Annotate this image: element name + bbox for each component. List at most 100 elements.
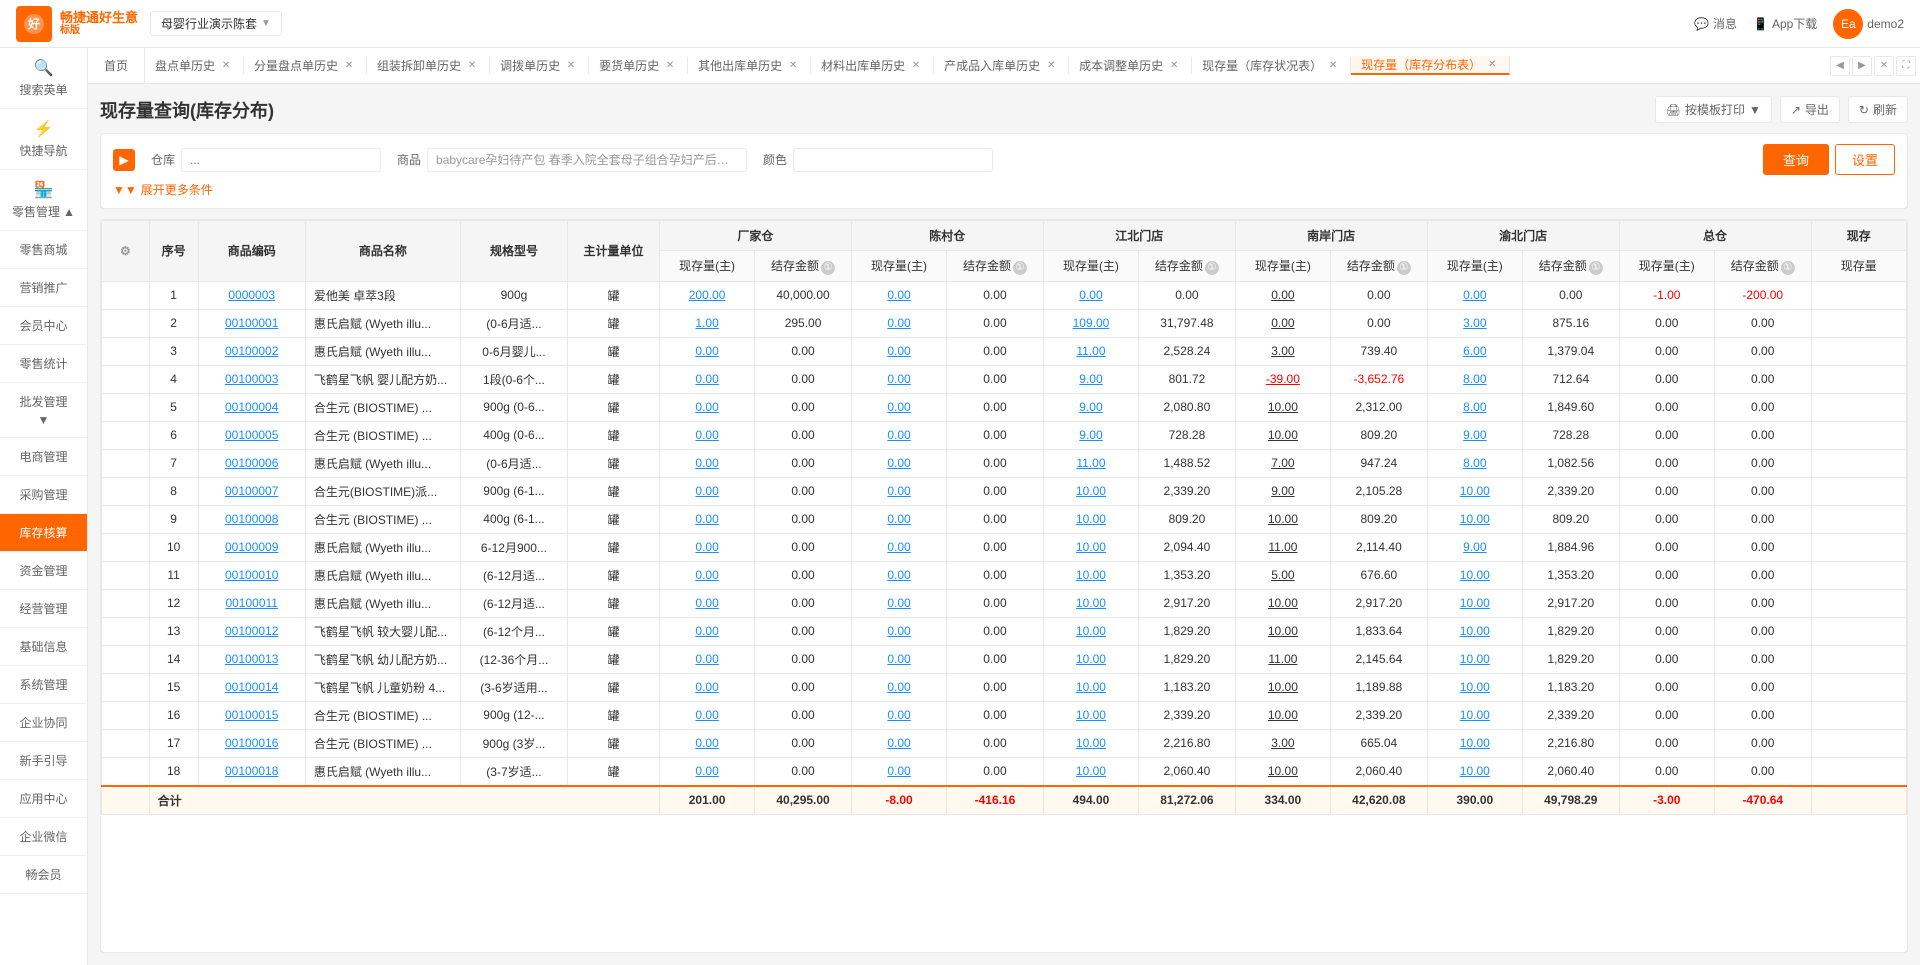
sidebar-item-ecom[interactable]: 电商管理 — [0, 438, 87, 476]
sidebar-item-shortcut[interactable]: ⚡ 快捷导航 — [0, 109, 87, 170]
warehouse-input[interactable] — [181, 148, 381, 172]
export-btn[interactable]: ↗ 导出 — [1780, 96, 1840, 123]
cell-current — [1811, 533, 1906, 561]
info-icon-1[interactable]: ① — [821, 261, 835, 275]
tab-branch-check[interactable]: 分量盘点单历史 ✕ — [244, 57, 367, 74]
sidebar-item-search[interactable]: 🔍 搜索英单 — [0, 48, 87, 109]
data-table: ⚙ 序号 商品编码 商品名称 规格型号 主计量单位 厂家仓 陈村仓 江北门店 南… — [101, 220, 1907, 815]
cell-f-amt: 0.00 — [755, 533, 852, 561]
table-row: 6 00100005 合生元 (BIOSTIME) ... 400g (0-6.… — [102, 421, 1907, 449]
sidebar-item-ops[interactable]: 经营管理 — [0, 590, 87, 628]
cell-na-amt: 739.40 — [1331, 337, 1428, 365]
sidebar-item-guide[interactable]: 新手引导 — [0, 742, 87, 780]
query-btn[interactable]: 查询 — [1763, 144, 1829, 175]
tab-stock-dist[interactable]: 现存量（库存分布表） ✕ — [1351, 56, 1510, 75]
refresh-btn[interactable]: ↻ 刷新 — [1848, 96, 1908, 123]
tab-cost-adjust[interactable]: 成本调整单历史 ✕ — [1069, 57, 1192, 74]
sidebar-label-marketing: 营销推广 — [19, 279, 67, 296]
tab-requisition[interactable]: 要货单历史 ✕ — [589, 57, 688, 74]
sidebar-item-retail[interactable]: 🏪 零售管理 ▲ — [0, 170, 87, 231]
tab-close-inventory-check[interactable]: ✕ — [219, 59, 233, 73]
cell-spec: 6-12月900... — [460, 533, 567, 561]
tab-close-other-out[interactable]: ✕ — [786, 59, 800, 73]
tab-close-branch-check[interactable]: ✕ — [342, 59, 356, 73]
info-icon-3[interactable]: ① — [1205, 261, 1219, 275]
cell-f-amt: 0.00 — [755, 449, 852, 477]
info-icon-6[interactable]: ① — [1781, 261, 1795, 275]
print-btn[interactable]: 🖨 按模板打印 ▼ — [1655, 96, 1772, 123]
tab-close-cost-adjust[interactable]: ✕ — [1167, 59, 1181, 73]
sidebar-item-vip[interactable]: 畅会员 — [0, 856, 87, 894]
tab-next-btn[interactable]: ▶ — [1852, 56, 1872, 76]
info-icon-2[interactable]: ① — [1013, 261, 1027, 275]
warehouse-label: 仓库 — [151, 151, 175, 168]
sidebar-item-member[interactable]: 会员中心 — [0, 307, 87, 345]
sidebar-item-marketing[interactable]: 营销推广 — [0, 269, 87, 307]
cell-spec: 400g (0-6... — [460, 421, 567, 449]
sidebar-item-appstore[interactable]: 应用中心 — [0, 780, 87, 818]
sidebar-item-purchase[interactable]: 采购管理 — [0, 476, 87, 514]
sidebar-item-wholesale[interactable]: 批发管理 ▼ — [0, 383, 87, 438]
tab-close-stock-status[interactable]: ✕ — [1326, 59, 1340, 73]
sidebar-item-basic[interactable]: 基础信息 — [0, 628, 87, 666]
tab-close-product-in[interactable]: ✕ — [1044, 59, 1058, 73]
user-profile[interactable]: Ea demo2 — [1833, 9, 1904, 39]
th-settings[interactable]: ⚙ — [102, 221, 150, 282]
cell-total-amt: 0.00 — [1714, 617, 1811, 645]
tab-inventory-check[interactable]: 盘点单历史 ✕ — [145, 57, 244, 74]
filter-expand-more[interactable]: ▼▼ 展开更多条件 — [113, 181, 1895, 198]
tab-close-assemble[interactable]: ✕ — [465, 59, 479, 73]
cell-empty — [102, 757, 150, 786]
app-download-btn[interactable]: 📱 App下载 — [1753, 15, 1817, 32]
tab-assemble[interactable]: 组装拆卸单历史 ✕ — [367, 57, 490, 74]
cell-spec: 400g (6-1... — [460, 505, 567, 533]
color-input[interactable] — [793, 148, 993, 172]
tab-close-stock-dist[interactable]: ✕ — [1485, 58, 1499, 72]
cell-na-amt: -3,652.76 — [1331, 365, 1428, 393]
sidebar-item-finance[interactable]: 资金管理 — [0, 552, 87, 590]
tab-home[interactable]: 首页 — [88, 48, 145, 83]
sidebar-item-weixin[interactable]: 企业微信 — [0, 818, 87, 856]
th-c-qty: 现存量(主) — [851, 251, 946, 282]
sidebar-item-system[interactable]: 系统管理 — [0, 666, 87, 704]
tab-fullscreen-btn[interactable]: ⛶ — [1896, 56, 1916, 76]
tab-stock-status[interactable]: 现存量（库存状况表） ✕ — [1192, 57, 1351, 74]
table-row: 16 00100015 合生元 (BIOSTIME) ... 900g (12-… — [102, 701, 1907, 729]
company-dropdown[interactable]: 母婴行业演示陈套 ▼ — [150, 11, 282, 36]
sidebar-item-inventory[interactable]: 库存核算 — [0, 514, 87, 552]
tab-material-out[interactable]: 材料出库单历史 ✕ — [811, 57, 934, 74]
cell-no: 16 — [149, 701, 198, 729]
sidebar-label-retail-store: 零售商城 — [19, 241, 67, 258]
cell-c-amt: 0.00 — [947, 701, 1044, 729]
tab-close-all-btn[interactable]: ✕ — [1874, 56, 1894, 76]
info-icon-4[interactable]: ① — [1397, 261, 1411, 275]
setting-btn[interactable]: 设置 — [1835, 144, 1895, 175]
tab-prev-btn[interactable]: ◀ — [1830, 56, 1850, 76]
top-right-actions: 💬 消息 📱 App下载 Ea demo2 — [1694, 9, 1904, 39]
filter-expand-arrow-btn[interactable]: ▶ — [113, 149, 135, 171]
table-container[interactable]: ⚙ 序号 商品编码 商品名称 规格型号 主计量单位 厂家仓 陈村仓 江北门店 南… — [100, 219, 1908, 953]
cell-no: 4 — [149, 365, 198, 393]
info-icon-5[interactable]: ① — [1589, 261, 1603, 275]
sidebar-label-retail: 零售管理 — [12, 203, 60, 220]
sidebar-item-enterprise[interactable]: 企业协同 — [0, 704, 87, 742]
sidebar-item-retail-store[interactable]: 零售商城 — [0, 231, 87, 269]
message-btn[interactable]: 💬 消息 — [1694, 15, 1737, 32]
sidebar-item-retail-stats[interactable]: 零售统计 — [0, 345, 87, 383]
cell-f-amt: 0.00 — [755, 673, 852, 701]
tab-product-in[interactable]: 产成品入库单历史 ✕ — [934, 57, 1069, 74]
tab-transfer[interactable]: 调拨单历史 ✕ — [490, 57, 589, 74]
cell-f-qty: 0.00 — [659, 701, 754, 729]
tab-close-material-out[interactable]: ✕ — [909, 59, 923, 73]
goods-input[interactable] — [427, 148, 747, 172]
header-actions: 🖨 按模板打印 ▼ ↗ 导出 ↻ 刷新 — [1655, 96, 1908, 123]
cell-jb-qty: 10.00 — [1043, 477, 1138, 505]
tab-close-transfer[interactable]: ✕ — [564, 59, 578, 73]
settings-icon[interactable]: ⚙ — [115, 241, 135, 261]
cell-f-amt: 0.00 — [755, 365, 852, 393]
top-bar: 好 畅捷通好生意 标版 母婴行业演示陈套 ▼ 💬 消息 📱 App下载 Ea d… — [0, 0, 1920, 48]
tab-other-out[interactable]: 其他出库单历史 ✕ — [688, 57, 811, 74]
th-yubei: 渝北门店 — [1427, 221, 1619, 251]
cell-empty — [102, 393, 150, 421]
tab-close-requisition[interactable]: ✕ — [663, 59, 677, 73]
